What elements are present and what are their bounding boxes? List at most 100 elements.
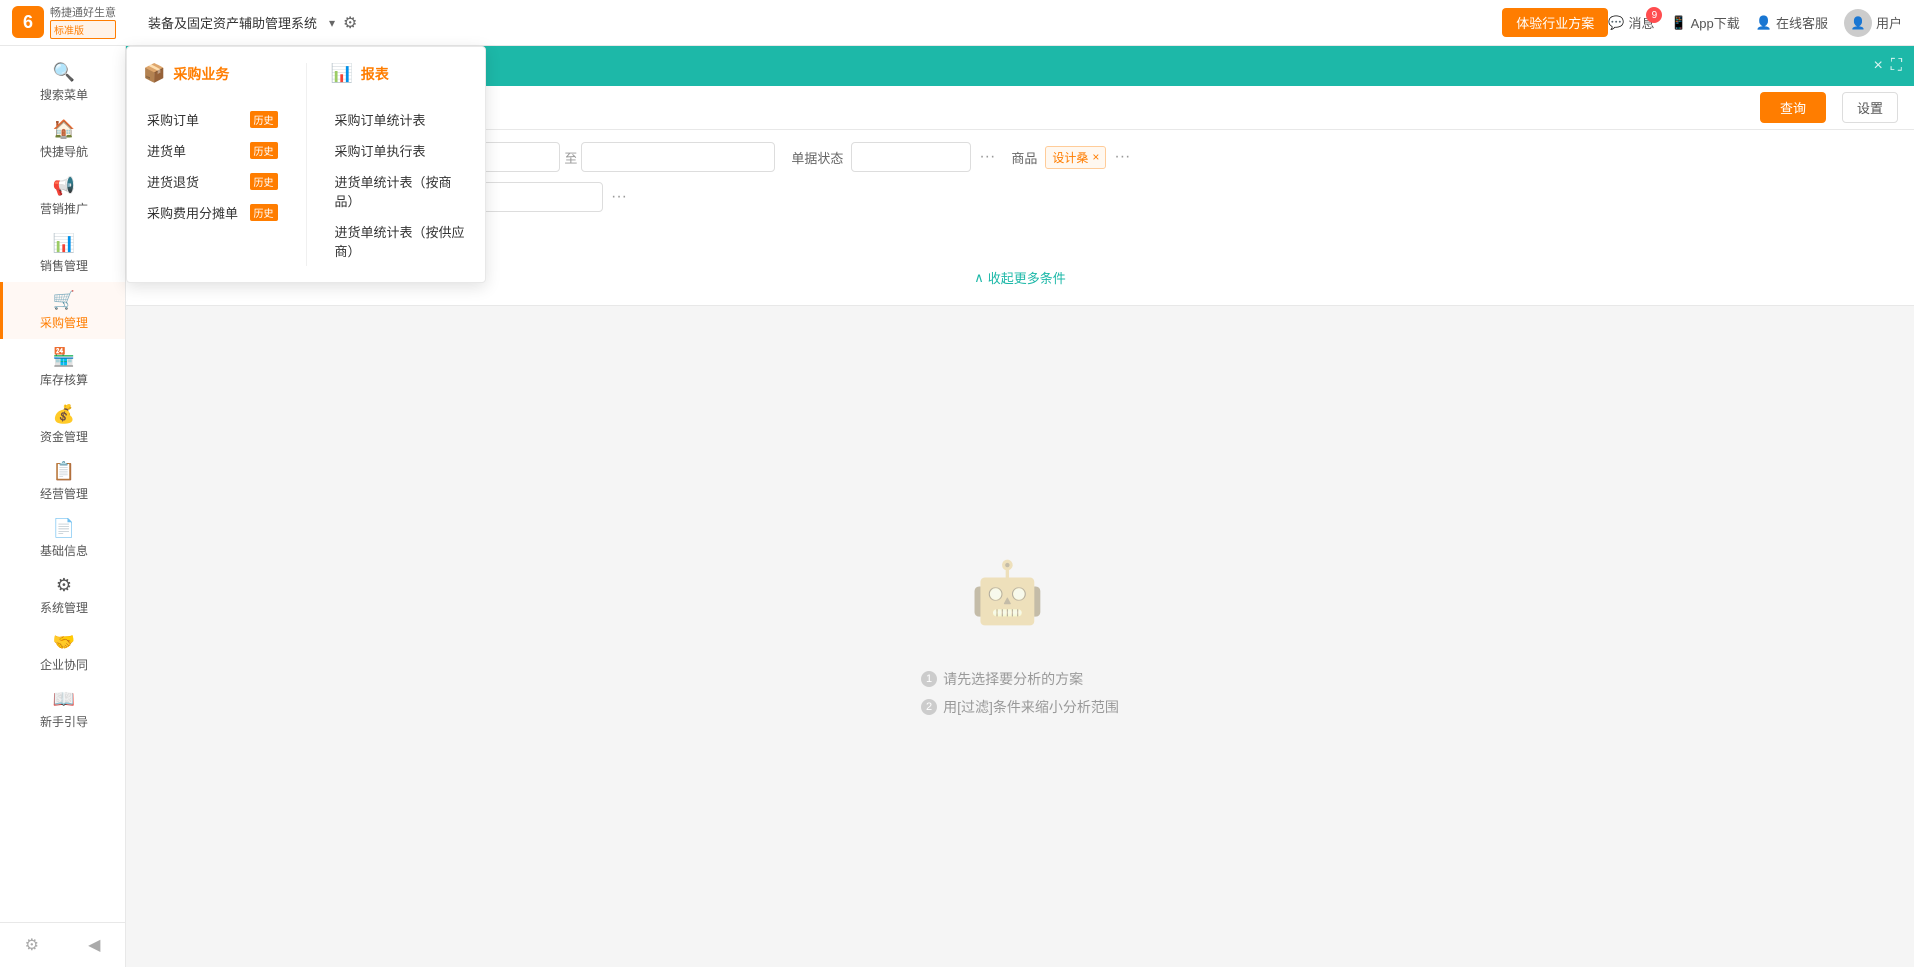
doc-icon: 📄	[53, 518, 75, 539]
chart-icon: 📊	[53, 233, 75, 254]
online-service-label: 在线客服	[1776, 13, 1828, 32]
purchase-order-exec-label: 采购订单执行表	[335, 141, 426, 160]
goods-label: 商品	[1011, 148, 1037, 167]
dropdown-item-purchase-order-exec[interactable]: 采购订单执行表	[331, 135, 470, 166]
sidebar-item-sales[interactable]: 📊 销售管理	[0, 225, 125, 282]
voucher-status-select[interactable]	[851, 142, 971, 172]
footer-collapse-icon[interactable]: ◀	[88, 935, 100, 955]
sidebar-item-marketing[interactable]: 📢 营销推广	[0, 168, 125, 225]
purchase-order-stat-label: 采购订单统计表	[335, 110, 426, 129]
dropdown-item-purchase-expense[interactable]: 采购费用分摊单 历史	[143, 197, 282, 228]
phone-icon: 📱	[1670, 15, 1686, 31]
goods-tag-close-icon[interactable]: ×	[1092, 150, 1099, 164]
empty-hint-2: 2 用[过滤]条件来缩小分析范围	[921, 697, 1119, 717]
store-icon: 🏪	[53, 347, 75, 368]
logo-icon-text: 6	[23, 12, 33, 33]
logo-area: 6 畅捷通好生意 标准版	[12, 6, 138, 39]
goods-return-label: 进货退货	[147, 172, 199, 191]
filter-goods: 商品 设计桑 × ···	[1011, 146, 1130, 169]
sidebar-item-basic-info[interactable]: 📄 基础信息	[0, 510, 125, 567]
sidebar-item-guide[interactable]: 📖 新手引导	[0, 681, 125, 738]
goods-more[interactable]: ···	[1114, 148, 1130, 166]
dropdown-item-purchase-order[interactable]: 采购订单 历史	[143, 104, 282, 135]
sidebar-item-purchase-label: 采购管理	[40, 314, 88, 331]
sidebar-header: 🔍 搜索菜单 🏠 快捷导航 📢 营销推广 📊 销售管理 🛒 采购管	[0, 46, 125, 746]
clipboard-icon: 📋	[53, 461, 75, 482]
message-action[interactable]: 💬 消息 9	[1608, 13, 1654, 32]
dropdown-col-business: 📦 采购业务 采购订单 历史 进货单 历史 进货退货 历史 采购费用分摊单 历史	[143, 63, 282, 266]
user-label: 用户	[1876, 13, 1902, 32]
sidebar-item-finance-label: 资金管理	[40, 428, 88, 445]
search-icon: 🔍	[53, 62, 75, 83]
tab-fullscreen-icon[interactable]: ⛶	[1891, 57, 1902, 75]
sidebar-item-collab-label: 企业协同	[40, 656, 88, 673]
salesman-more[interactable]: ···	[611, 188, 627, 206]
sidebar-item-operations-label: 经营管理	[40, 485, 88, 502]
system-settings-icon[interactable]: ⚙	[343, 13, 357, 33]
sidebar-item-system[interactable]: ⚙ 系统管理	[0, 567, 125, 624]
sidebar-item-purchase[interactable]: 🛒 采购管理	[0, 282, 125, 339]
dropdown-col-business-label: 采购业务	[173, 64, 229, 84]
sidebar-item-collab[interactable]: 🤝 企业协同	[0, 624, 125, 681]
goods-tag-text: 设计桑	[1052, 149, 1088, 166]
sidebar-item-finance[interactable]: 💰 资金管理	[0, 396, 125, 453]
user-avatar: 👤	[1844, 9, 1872, 37]
collapse-btn[interactable]: ∧ 收起更多条件	[974, 268, 1066, 287]
book-icon: 📖	[53, 689, 75, 710]
sidebar-item-basic-info-label: 基础信息	[40, 542, 88, 559]
sidebar-item-search[interactable]: 🔍 搜索菜单	[0, 54, 125, 111]
sidebar-item-guide-label: 新手引导	[40, 713, 88, 730]
date-to-input[interactable]	[581, 142, 775, 172]
dropdown-item-goods-in-stat-supplier[interactable]: 进货单统计表（按供应商）	[331, 216, 470, 266]
collapse-label: 收起更多条件	[988, 268, 1066, 287]
system-name-area: 装备及固定资产辅助管理系统 ▾ ⚙	[138, 13, 1502, 33]
empty-hint-1: 1 请先选择要分析的方案	[921, 669, 1119, 689]
logo-name: 畅捷通好生意	[50, 6, 116, 20]
sidebar-footer: ⚙ ◀	[0, 922, 125, 967]
goods-in-label: 进货单	[147, 141, 186, 160]
tab-actions: × ⛶	[1861, 57, 1914, 75]
logo-edition: 标准版	[50, 20, 116, 39]
sidebar-item-nav[interactable]: 🏠 快捷导航	[0, 111, 125, 168]
footer-settings-icon[interactable]: ⚙	[25, 935, 39, 955]
col-divider	[306, 63, 307, 266]
dropdown-item-purchase-order-stat[interactable]: 采购订单统计表	[331, 104, 470, 135]
sidebar-item-nav-label: 快捷导航	[40, 143, 88, 160]
date-separator: 至	[564, 148, 577, 167]
sidebar-item-marketing-label: 营销推广	[40, 200, 88, 217]
sidebar-item-operations[interactable]: 📋 经营管理	[0, 453, 125, 510]
app-download-label: App下载	[1691, 13, 1740, 32]
goods-in-hist: 历史	[250, 142, 278, 159]
dropdown-item-goods-return[interactable]: 进货退货 历史	[143, 166, 282, 197]
dropdown-col-business-title: 📦 采购业务	[143, 63, 282, 92]
voucher-status-more[interactable]: ···	[979, 148, 995, 166]
handshake-icon: 🤝	[53, 632, 75, 653]
system-name-dropdown-icon[interactable]: ▾	[329, 16, 335, 30]
goods-in-stat-product-label: 进货单统计表（按商品）	[335, 172, 466, 210]
query-btn[interactable]: 查询	[1760, 92, 1826, 123]
sidebar-item-system-label: 系统管理	[40, 599, 88, 616]
trial-btn[interactable]: 体验行业方案	[1502, 8, 1608, 37]
goods-return-hist: 历史	[250, 173, 278, 190]
megaphone-icon: 📢	[53, 176, 75, 197]
purchase-dropdown-menu: 📦 采购业务 采购订单 历史 进货单 历史 进货退货 历史 采购费用分摊单 历史	[126, 46, 486, 283]
service-icon: 👤	[1756, 15, 1772, 31]
empty-image: 🤖	[970, 557, 1070, 657]
user-action[interactable]: 👤 用户	[1844, 9, 1902, 37]
app-container: 6 畅捷通好生意 标准版 装备及固定资产辅助管理系统 ▾ ⚙ 体验行业方案 💬 …	[0, 0, 1914, 967]
dropdown-item-goods-in-stat-product[interactable]: 进货单统计表（按商品）	[331, 166, 470, 216]
empty-hints: 1 请先选择要分析的方案 2 用[过滤]条件来缩小分析范围	[921, 669, 1119, 717]
settings-icon: ⚙	[56, 575, 72, 596]
setting-btn[interactable]: 设置	[1842, 92, 1898, 123]
sidebar-item-inventory-label: 库存核算	[40, 371, 88, 388]
app-download-action[interactable]: 📱 App下载	[1670, 13, 1739, 32]
tab-close-window-icon[interactable]: ×	[1873, 57, 1882, 75]
sidebar-item-inventory[interactable]: 🏪 库存核算	[0, 339, 125, 396]
dropdown-col-report-title: 📊 报表	[331, 63, 470, 92]
content-empty: 🤖 1 请先选择要分析的方案 2 用[过滤]条件来缩小分析范围	[126, 306, 1914, 967]
purchase-order-hist: 历史	[250, 111, 278, 128]
logo-icon: 6	[12, 6, 44, 38]
hint-2-text: 用[过滤]条件来缩小分析范围	[943, 697, 1119, 717]
dropdown-item-goods-in[interactable]: 进货单 历史	[143, 135, 282, 166]
online-service-action[interactable]: 👤 在线客服	[1756, 13, 1828, 32]
